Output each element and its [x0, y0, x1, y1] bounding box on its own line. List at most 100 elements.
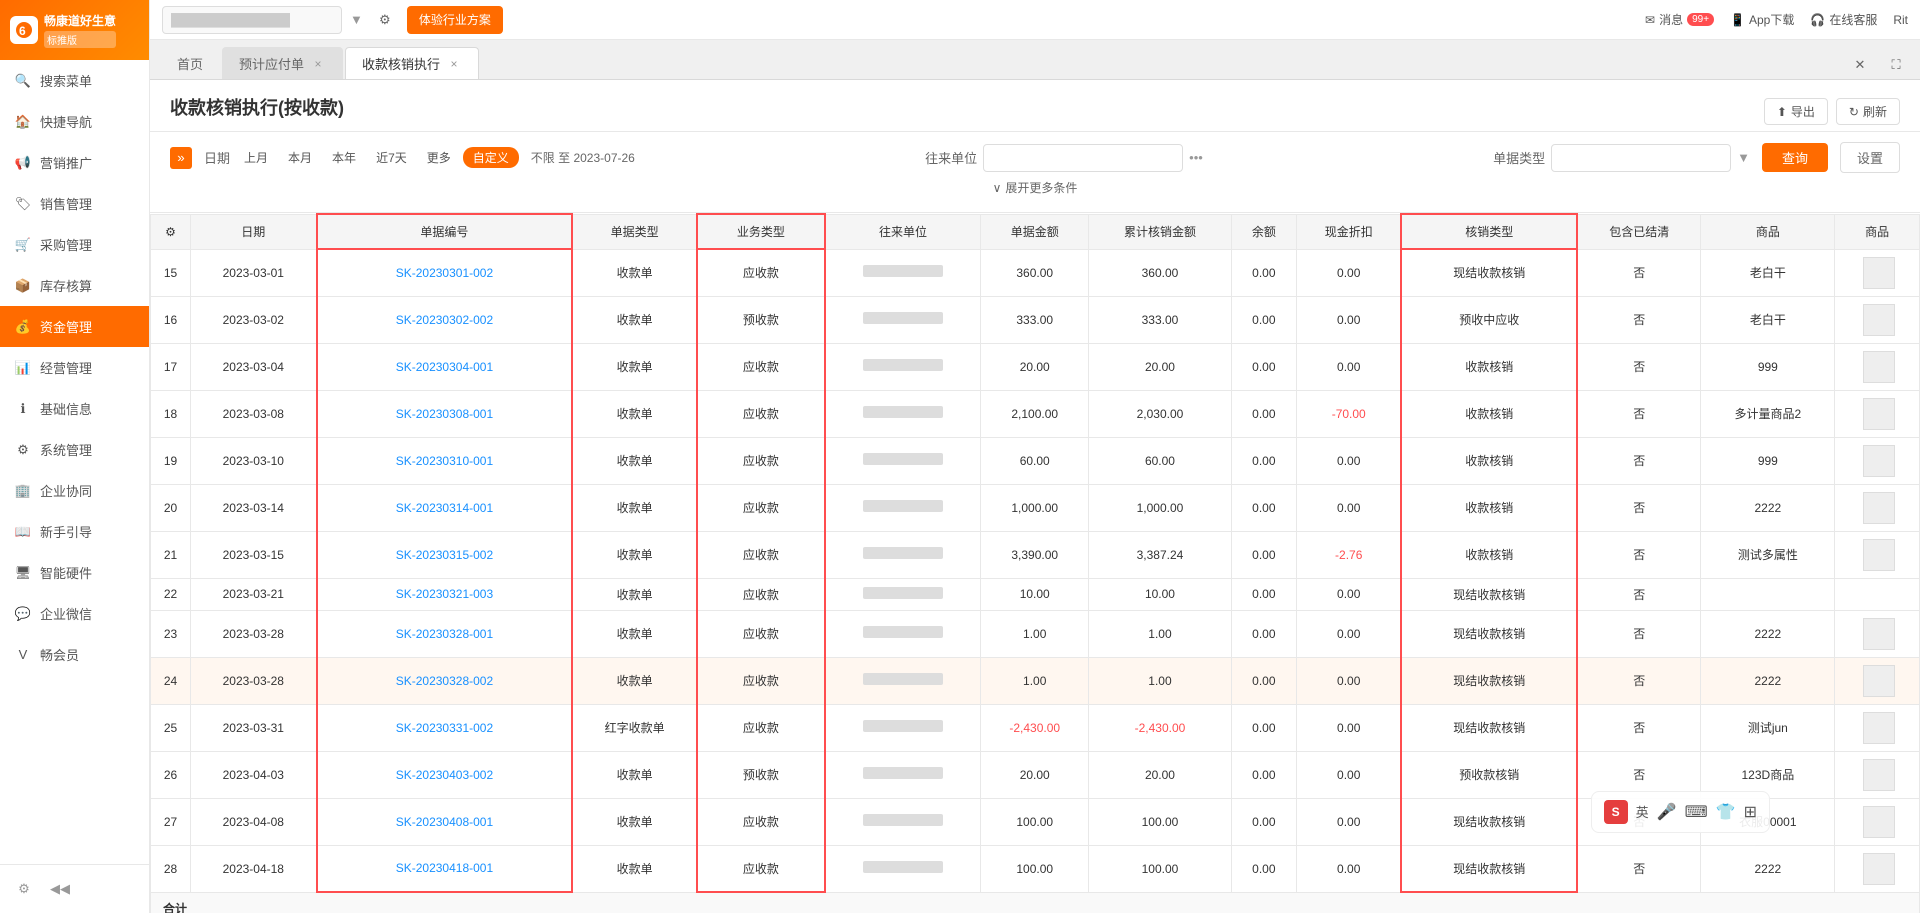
tab-home[interactable]: 首页 [160, 47, 220, 79]
export-button[interactable]: ⬆ 导出 [1764, 98, 1828, 125]
table-row[interactable]: 18 2023-03-08 SK-20230308-001 收款单 应收款 2,… [151, 390, 1920, 437]
filter-this-year-btn[interactable]: 本年 [324, 147, 364, 168]
sidebar-item-quicknav[interactable]: 🏠 快捷导航 [0, 101, 149, 142]
filter-settings-button[interactable]: 设置 [1840, 142, 1900, 173]
table-row[interactable]: 20 2023-03-14 SK-20230314-001 收款单 应收款 1,… [151, 484, 1920, 531]
sidebar-item-finance[interactable]: 💰 资金管理 [0, 306, 149, 347]
sidebar-item-search[interactable]: 🔍 搜索菜单 [0, 60, 149, 101]
sidebar-item-member[interactable]: V 畅会员 [0, 634, 149, 675]
table-row[interactable]: 24 2023-03-28 SK-20230328-002 收款单 应收款 1.… [151, 657, 1920, 704]
cell-doc-no: SK-20230328-002 [317, 657, 573, 704]
doc-no-link[interactable]: SK-20230310-001 [396, 454, 493, 468]
filter-custom-btn[interactable]: 自定义 [463, 147, 519, 168]
cell-amount: 60.00 [981, 437, 1089, 484]
mic-icon[interactable]: 🎤 [1657, 802, 1677, 822]
doc-no-link[interactable]: SK-20230328-001 [396, 627, 493, 641]
sidebar-item-guide[interactable]: 📖 新手引导 [0, 511, 149, 552]
table-row[interactable]: 16 2023-03-02 SK-20230302-002 收款单 预收款 33… [151, 296, 1920, 343]
lang-icon[interactable]: 英 [1636, 802, 1649, 822]
shirt-icon[interactable]: 👕 [1716, 802, 1736, 822]
wechat-icon: 💬 [14, 605, 32, 623]
doc-no-link[interactable]: SK-20230304-001 [396, 360, 493, 374]
collapse-filter-button[interactable]: » [170, 147, 192, 169]
filter-more-dots[interactable]: ••• [1189, 150, 1203, 165]
tab-payable-close[interactable]: × [310, 56, 326, 72]
filter-last-month-btn[interactable]: 上月 [236, 147, 276, 168]
filter-this-month-btn[interactable]: 本月 [280, 147, 320, 168]
industry-solution-button[interactable]: 体验行业方案 [407, 6, 503, 34]
sidebar-item-enterprise[interactable]: 🏢 企业协同 [0, 470, 149, 511]
tab-close-all-icon[interactable]: ✕ [1846, 51, 1874, 79]
sidebar-item-basic[interactable]: ℹ 基础信息 [0, 388, 149, 429]
doc-no-link[interactable]: SK-20230302-002 [396, 313, 493, 327]
table-row[interactable]: 22 2023-03-21 SK-20230321-003 收款单 应收款 10… [151, 578, 1920, 610]
table-row[interactable]: 23 2023-03-28 SK-20230328-001 收款单 应收款 1.… [151, 610, 1920, 657]
table-row[interactable]: 19 2023-03-10 SK-20230310-001 收款单 应收款 60… [151, 437, 1920, 484]
cell-cancel-type: 预收中应收 [1401, 296, 1577, 343]
doc-no-link[interactable]: SK-20230308-001 [396, 407, 493, 421]
col-amount: 单据金额 [981, 214, 1089, 249]
table-row[interactable]: 15 2023-03-01 SK-20230301-002 收款单 应收款 36… [151, 249, 1920, 296]
cell-doc-type: 收款单 [572, 296, 697, 343]
doc-no-link[interactable]: SK-20230331-002 [396, 721, 493, 735]
sidebar-item-inventory[interactable]: 📦 库存核算 [0, 265, 149, 306]
tab-receipt-exec-close[interactable]: × [446, 56, 462, 72]
user-name-item[interactable]: Rit [1893, 13, 1908, 27]
query-button[interactable]: 查询 [1762, 143, 1828, 172]
collapse-icon[interactable]: ◀◀ [46, 875, 74, 903]
sidebar-item-purchase[interactable]: 🛒 采购管理 [0, 224, 149, 265]
cell-idx: 27 [151, 798, 191, 845]
filter-doctype-select[interactable] [1551, 144, 1731, 172]
tab-expand-icon[interactable]: ⛶ [1882, 51, 1910, 79]
watermark-icons: 英 🎤 ⌨ 👕 ⊞ [1636, 802, 1757, 822]
dropdown-arrow-icon[interactable]: ▼ [350, 12, 363, 27]
cell-biz-type: 应收款 [697, 484, 825, 531]
chart-icon: 📊 [14, 359, 32, 377]
messages-item[interactable]: ✉ 消息 99+ [1645, 11, 1714, 28]
filter-expand-btn[interactable]: ∨ 展开更多条件 [170, 173, 1900, 202]
cell-counterpart [825, 296, 981, 343]
cell-cash-discount: 0.00 [1297, 845, 1402, 892]
tab-payable[interactable]: 预计应付单 × [222, 47, 343, 79]
cell-cash-discount: 0.00 [1297, 437, 1402, 484]
online-service-item[interactable]: 🎧 在线客服 [1810, 11, 1877, 28]
doc-no-link[interactable]: SK-20230321-003 [396, 587, 493, 601]
doc-no-link[interactable]: SK-20230418-001 [396, 861, 493, 875]
doc-no-link[interactable]: SK-20230314-001 [396, 501, 493, 515]
cell-goods-img [1835, 704, 1920, 751]
filter-counterpart-input[interactable] [983, 144, 1183, 172]
cell-goods-img [1835, 343, 1920, 390]
cell-cancel-type: 现结收款核销 [1401, 249, 1577, 296]
sidebar-item-operations[interactable]: 📊 经营管理 [0, 347, 149, 388]
settings-top-icon[interactable]: ⚙ [371, 6, 399, 34]
col-gear[interactable]: ⚙ [151, 214, 191, 249]
sidebar-item-sales[interactable]: 🏷 销售管理 [0, 183, 149, 224]
doc-no-link[interactable]: SK-20230408-001 [396, 815, 493, 829]
table-row[interactable]: 21 2023-03-15 SK-20230315-002 收款单 应收款 3,… [151, 531, 1920, 578]
tab-receipt-exec[interactable]: 收款核销执行 × [345, 47, 479, 79]
content-area: 收款核销执行(按收款) ⬆ 导出 ↻ 刷新 » 日期 [150, 80, 1920, 913]
cell-doc-type: 收款单 [572, 249, 697, 296]
grid-icon[interactable]: ⊞ [1744, 802, 1757, 822]
doc-no-link[interactable]: SK-20230403-002 [396, 768, 493, 782]
sidebar-item-wechat[interactable]: 💬 企业微信 [0, 593, 149, 634]
filter-doctype-arrow[interactable]: ▼ [1737, 150, 1750, 165]
refresh-button[interactable]: ↻ 刷新 [1836, 98, 1900, 125]
sidebar-item-system[interactable]: ⚙ 系统管理 [0, 429, 149, 470]
filter-more-btn[interactable]: 更多 [419, 147, 459, 168]
cell-include-settled: 否 [1577, 437, 1701, 484]
doc-no-link[interactable]: SK-20230315-002 [396, 548, 493, 562]
keyboard-icon[interactable]: ⌨ [1685, 802, 1708, 822]
table-row[interactable]: 17 2023-03-04 SK-20230304-001 收款单 应收款 20… [151, 343, 1920, 390]
doc-no-link[interactable]: SK-20230301-002 [396, 266, 493, 280]
table-row[interactable]: 28 2023-04-18 SK-20230418-001 收款单 应收款 10… [151, 845, 1920, 892]
cell-amount: 2,100.00 [981, 390, 1089, 437]
main-area: ██████████████ ▼ ⚙ 体验行业方案 ✉ 消息 99+ 📱 App… [150, 0, 1920, 913]
settings-bottom-icon[interactable]: ⚙ [10, 875, 38, 903]
app-download-item[interactable]: 📱 App下载 [1730, 11, 1794, 28]
table-row[interactable]: 25 2023-03-31 SK-20230331-002 红字收款单 应收款 … [151, 704, 1920, 751]
sidebar-item-hardware[interactable]: 🖥 智能硬件 [0, 552, 149, 593]
doc-no-link[interactable]: SK-20230328-002 [396, 674, 493, 688]
sidebar-item-marketing[interactable]: 📢 营销推广 [0, 142, 149, 183]
filter-7days-btn[interactable]: 近7天 [368, 147, 415, 168]
